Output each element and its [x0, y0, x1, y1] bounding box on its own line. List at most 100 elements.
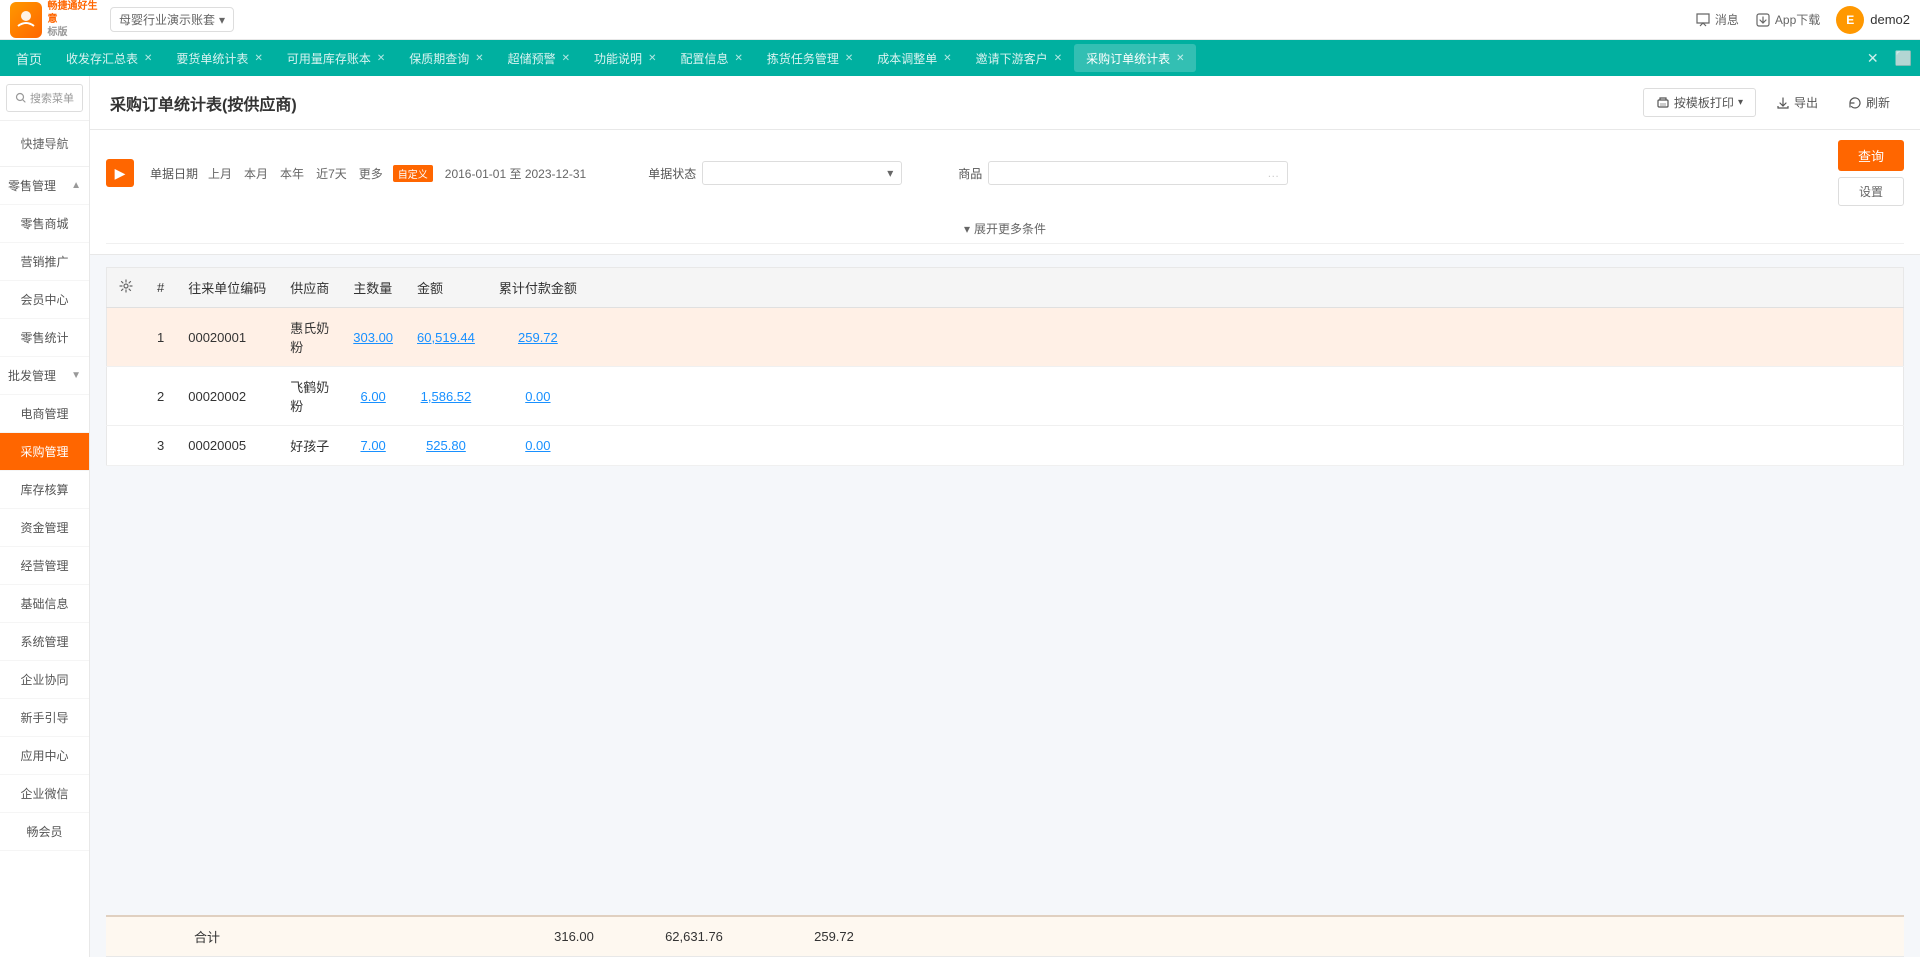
tab-baozhi[interactable]: 保质期查询 ✕ [397, 44, 495, 72]
row-2-extra [589, 367, 1904, 426]
user-menu[interactable]: E demo2 [1836, 6, 1910, 34]
col-settings[interactable] [107, 268, 146, 308]
tab-close-yaoqing[interactable]: ✕ [1054, 53, 1062, 64]
sidebar-item-member-center[interactable]: 会员中心 [0, 281, 89, 319]
total-table: 合计 316.00 62,631.76 259.72 [106, 927, 1904, 946]
sidebar-item-member[interactable]: 畅会员 [0, 813, 89, 851]
table-row[interactable]: 3 00020005 好孩子 7.00 525.80 0.00 [107, 426, 1904, 466]
date-shortcuts: 上月 本月 本年 近7天 更多 [204, 163, 387, 184]
message-button[interactable]: 消息 [1695, 11, 1739, 28]
total-label: 合计 [194, 930, 220, 945]
sidebar-item-operations[interactable]: 经营管理 [0, 547, 89, 585]
chevron-down-icon: ▾ [964, 222, 970, 236]
row-1-settings [107, 308, 146, 367]
total-paid: 259.72 [754, 927, 914, 946]
sidebar-item-purchase[interactable]: 采购管理 [0, 433, 89, 471]
refresh-button[interactable]: 刷新 [1838, 89, 1900, 116]
user-avatar: E [1836, 6, 1864, 34]
tab-close-shoufacun[interactable]: ✕ [144, 53, 152, 64]
date-filter-label: 单据日期 [150, 165, 198, 182]
sidebar-item-marketing[interactable]: 营销推广 [0, 243, 89, 281]
tab-close-chengben[interactable]: ✕ [943, 53, 951, 64]
total-spacer [106, 927, 154, 946]
row-1-paid: 259.72 [487, 308, 589, 367]
status-select[interactable]: ▾ [702, 161, 902, 185]
goods-input[interactable]: … [988, 161, 1288, 185]
tab-peizhixinxi[interactable]: 配置信息 ✕ [668, 44, 754, 72]
sidebar-item-guide[interactable]: 新手引导 [0, 699, 89, 737]
filter-row-1: ▶ 单据日期 上月 本月 本年 近7天 更多 自定义 2016-01-01 至 … [106, 140, 1904, 206]
tab-close-baozhi[interactable]: ✕ [475, 53, 483, 64]
sidebar-search-section: 搜索菜单 [0, 76, 89, 121]
sidebar-item-inventory[interactable]: 库存核算 [0, 471, 89, 509]
workspace-selector[interactable]: 母婴行业演示账套 ▾ [110, 7, 234, 32]
logo-area: 畅捷通好生意 标版 [10, 0, 100, 39]
row-3-settings [107, 426, 146, 466]
row-2-settings [107, 367, 146, 426]
col-supplier-header: 供应商 [278, 268, 341, 308]
row-3-num: 3 [145, 426, 176, 466]
tab-keyongliang[interactable]: 可用量库存账本 ✕ [275, 44, 397, 72]
tab-close-gongneng[interactable]: ✕ [648, 53, 656, 64]
tab-yaoqing[interactable]: 邀请下游客户 ✕ [964, 44, 1074, 72]
col-num-header: # [145, 268, 176, 308]
quick-nav-button[interactable]: 快捷导航 [6, 129, 83, 158]
user-name: demo2 [1870, 12, 1910, 27]
shortcut-more[interactable]: 更多 [355, 163, 387, 184]
sidebar-item-wholesale[interactable]: 批发管理 ▼ [0, 357, 89, 395]
query-button[interactable]: 查询 [1838, 140, 1904, 171]
sidebar-item-system[interactable]: 系统管理 [0, 623, 89, 661]
table-row[interactable]: 1 00020001 惠氏奶粉 303.00 60,519.44 259.72 [107, 308, 1904, 367]
tab-close-keyongliang[interactable]: ✕ [377, 53, 385, 64]
tab-caigou-active[interactable]: 采购订单统计表 ✕ [1074, 44, 1196, 72]
tab-home[interactable]: 首页 [4, 44, 54, 72]
filter-toggle-button[interactable]: ▶ [106, 159, 134, 187]
sidebar-item-enterprise[interactable]: 企业协同 [0, 661, 89, 699]
tab-gongneng[interactable]: 功能说明 ✕ [582, 44, 668, 72]
quick-nav-section: 快捷导航 [0, 121, 89, 167]
tab-jianhuo[interactable]: 拣货任务管理 ✕ [755, 44, 865, 72]
sidebar-item-basic-info[interactable]: 基础信息 [0, 585, 89, 623]
shortcut-last-month[interactable]: 上月 [204, 163, 236, 184]
sidebar-item-ecommerce[interactable]: 电商管理 [0, 395, 89, 433]
workspace-label: 母婴行业演示账套 [119, 11, 215, 28]
app-download-button[interactable]: App下载 [1755, 11, 1820, 28]
tab-close-peizhixinxi[interactable]: ✕ [734, 53, 742, 64]
tab-close-yaohuo[interactable]: ✕ [254, 53, 262, 64]
tab-yaohuo[interactable]: 要货单统计表 ✕ [164, 44, 274, 72]
settings-button[interactable]: 设置 [1838, 177, 1904, 206]
expand-conditions-button[interactable]: ▾ 展开更多条件 [964, 220, 1046, 237]
tab-expand-button[interactable]: ⬜ [1891, 48, 1916, 69]
shortcut-this-year[interactable]: 本年 [276, 163, 308, 184]
nav-tabs: 首页 收发存汇总表 ✕ 要货单统计表 ✕ 可用量库存账本 ✕ 保质期查询 ✕ 超… [0, 40, 1920, 76]
tab-close-caigou[interactable]: ✕ [1176, 53, 1184, 64]
tab-shoufacun[interactable]: 收发存汇总表 ✕ [54, 44, 164, 72]
total-amount: 62,631.76 [634, 927, 754, 946]
row-1-extra [589, 308, 1904, 367]
chevron-down-icon: ▲ [71, 180, 81, 191]
tab-chaochu[interactable]: 超储预警 ✕ [496, 44, 582, 72]
status-filter-group: 单据状态 ▾ [648, 161, 902, 185]
sidebar-item-retail-shop[interactable]: 零售商城 [0, 205, 89, 243]
tab-chengben[interactable]: 成本调整单 ✕ [865, 44, 963, 72]
shortcut-7days[interactable]: 近7天 [312, 163, 351, 184]
goods-filter-label: 商品 [958, 165, 982, 182]
search-menu-button[interactable]: 搜索菜单 [6, 84, 83, 112]
tab-close-chaochu[interactable]: ✕ [562, 53, 570, 64]
sidebar-item-retail-stats[interactable]: 零售统计 [0, 319, 89, 357]
print-button[interactable]: 按模板打印 ▾ [1643, 88, 1756, 117]
sidebar-item-finance[interactable]: 资金管理 [0, 509, 89, 547]
table-row[interactable]: 2 00020002 飞鹤奶粉 6.00 1,586.52 0.00 [107, 367, 1904, 426]
tab-close-jianhuo[interactable]: ✕ [845, 53, 853, 64]
chevron-down-icon: ▼ [71, 370, 81, 381]
total-qty: 316.00 [514, 927, 634, 946]
export-button[interactable]: 导出 [1766, 89, 1828, 116]
shortcut-this-month[interactable]: 本月 [240, 163, 272, 184]
tab-close-all-button[interactable]: ✕ [1863, 48, 1883, 69]
table-footer-total: 合计 316.00 62,631.76 259.72 [106, 915, 1904, 957]
sidebar-item-app-center[interactable]: 应用中心 [0, 737, 89, 775]
row-3-code: 00020005 [176, 426, 278, 466]
row-1-num: 1 [145, 308, 176, 367]
sidebar-item-wechat[interactable]: 企业微信 [0, 775, 89, 813]
sidebar-item-retail-mgmt[interactable]: 零售管理 ▲ [0, 167, 89, 205]
